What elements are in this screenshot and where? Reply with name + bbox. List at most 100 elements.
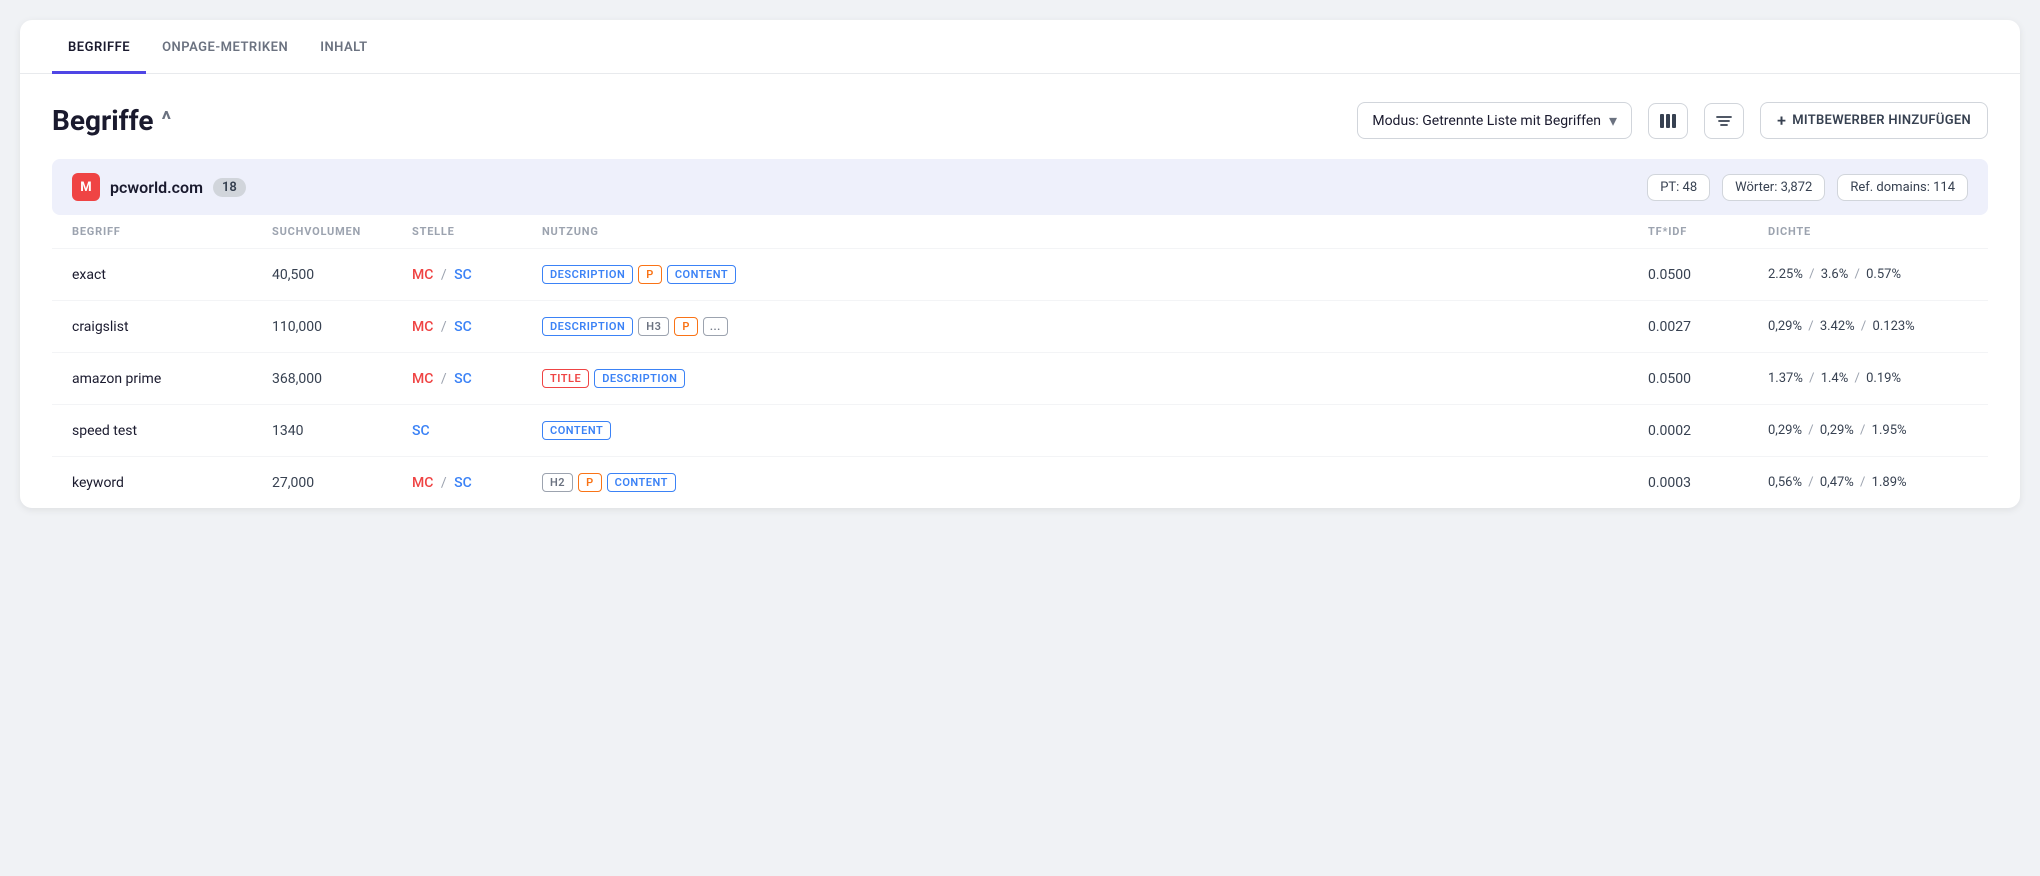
stelle-sc: SC xyxy=(454,267,472,283)
stelle-mc: MC xyxy=(412,319,433,335)
cell-stelle: MC / SC xyxy=(412,267,542,283)
stelle-sep: / xyxy=(437,475,450,491)
dichte-sep: / xyxy=(1857,475,1869,490)
chevron-down-icon: ▾ xyxy=(1609,111,1617,130)
filter-icon xyxy=(1715,112,1733,130)
cell-term: exact xyxy=(72,267,272,283)
table-row[interactable]: exact40,500MC / SCDESCRIPTIONPCONTENT0.0… xyxy=(52,248,1988,300)
stelle-mc: MC xyxy=(412,475,433,491)
col-header-nutzung: NUTZUNG xyxy=(542,225,1648,238)
table-body: exact40,500MC / SCDESCRIPTIONPCONTENT0.0… xyxy=(52,248,1988,508)
cell-tfidf: 0.0027 xyxy=(1648,319,1768,335)
stat-pt: PT: 48 xyxy=(1647,174,1710,201)
cell-dichte: 0,29% / 0,29% / 1.95% xyxy=(1768,423,1968,438)
stelle-sc: SC xyxy=(454,475,472,491)
tab-inhalt[interactable]: INHALT xyxy=(304,20,383,74)
stat-ref-domains: Ref. domains: 114 xyxy=(1837,174,1968,201)
tab-begriffe[interactable]: BEGRIFFE xyxy=(52,20,146,74)
content-area: Begriffe ^ Modus: Getrennte Liste mit Be… xyxy=(20,74,2020,508)
cell-nutzung: DESCRIPTION H3 P... xyxy=(542,317,1648,336)
col-header-dichte: DICHTE xyxy=(1768,225,1968,238)
cell-term: craigslist xyxy=(72,319,272,335)
cell-stelle: SC xyxy=(412,423,542,439)
stelle-mc: MC xyxy=(412,371,433,387)
collapse-chevron[interactable]: ^ xyxy=(162,108,172,133)
cell-nutzung: DESCRIPTIONPCONTENT xyxy=(542,265,1648,284)
cell-nutzung: CONTENT xyxy=(542,421,1648,440)
stelle-mc: MC xyxy=(412,267,433,283)
nutzung-tag: DESCRIPTION xyxy=(594,369,685,388)
dichte-sep: / xyxy=(1806,371,1818,386)
table: BEGRIFF SUCHVOLUMEN STELLE NUTZUNG TF*ID… xyxy=(52,215,1988,508)
col-header-tfidf: TF*IDF xyxy=(1648,225,1768,238)
domain-icon: M xyxy=(72,173,100,201)
dichte-sep: / xyxy=(1806,267,1818,282)
cell-term: keyword xyxy=(72,475,272,491)
dichte-sep: / xyxy=(1805,319,1817,334)
cell-nutzung: TITLE DESCRIPTION xyxy=(542,369,1648,388)
table-row[interactable]: keyword27,000MC / SCH2PCONTENT0.00030,56… xyxy=(52,456,1988,508)
nutzung-tag: CONTENT xyxy=(607,473,676,492)
dichte-sep: / xyxy=(1851,371,1863,386)
cell-stelle: MC / SC xyxy=(412,371,542,387)
table-row[interactable]: craigslist110,000MC / SCDESCRIPTIONH3P..… xyxy=(52,300,1988,352)
tab-onpage[interactable]: ONPAGE-METRIKEN xyxy=(146,20,304,74)
page-title-text: Begriffe xyxy=(52,104,154,137)
cell-dichte: 0,29% / 3.42% / 0.123% xyxy=(1768,319,1968,334)
header-row: Begriffe ^ Modus: Getrennte Liste mit Be… xyxy=(52,102,1988,139)
nutzung-tag: H3 xyxy=(638,317,669,336)
dichte-sep: / xyxy=(1805,423,1817,438)
nutzung-tag: ... xyxy=(703,317,728,336)
domain-count-badge: 18 xyxy=(213,178,246,197)
col-header-begriff: BEGRIFF xyxy=(72,225,272,238)
nutzung-tag: CONTENT xyxy=(542,421,611,440)
nutzung-tag: H2 xyxy=(542,473,573,492)
cell-term: amazon prime xyxy=(72,371,272,387)
page-title: Begriffe ^ xyxy=(52,104,171,137)
add-competitor-label: MITBEWERBER HINZUFÜGEN xyxy=(1792,113,1971,128)
add-competitor-button[interactable]: + MITBEWERBER HINZUFÜGEN xyxy=(1760,102,1988,139)
plus-icon: + xyxy=(1777,111,1786,130)
columns-button[interactable] xyxy=(1648,103,1688,139)
cell-tfidf: 0.0002 xyxy=(1648,423,1768,439)
domain-stats: PT: 48 Wörter: 3,872 Ref. domains: 114 xyxy=(1647,174,1968,201)
cell-term: speed test xyxy=(72,423,272,439)
nutzung-tag: P xyxy=(578,473,602,492)
stelle-sep: / xyxy=(437,371,450,387)
cell-tfidf: 0.0500 xyxy=(1648,267,1768,283)
cell-volume: 1340 xyxy=(272,423,412,439)
cell-dichte: 0,56% / 0,47% / 1.89% xyxy=(1768,475,1968,490)
table-header: BEGRIFF SUCHVOLUMEN STELLE NUTZUNG TF*ID… xyxy=(52,215,1988,248)
col-header-stelle: STELLE xyxy=(412,225,542,238)
cell-dichte: 2.25% / 3.6% / 0.57% xyxy=(1768,267,1968,282)
columns-icon xyxy=(1659,112,1677,130)
mode-dropdown[interactable]: Modus: Getrennte Liste mit Begriffen ▾ xyxy=(1357,102,1632,139)
nutzung-tag: CONTENT xyxy=(667,265,736,284)
col-header-suchvolumen: SUCHVOLUMEN xyxy=(272,225,412,238)
cell-stelle: MC / SC xyxy=(412,475,542,491)
stelle-sc: SC xyxy=(454,319,472,335)
main-card: BEGRIFFE ONPAGE-METRIKEN INHALT Begriffe… xyxy=(20,20,2020,508)
stelle-sep: / xyxy=(437,319,450,335)
filter-button[interactable] xyxy=(1704,103,1744,139)
stelle-sc: SC xyxy=(454,371,472,387)
tabs-bar: BEGRIFFE ONPAGE-METRIKEN INHALT xyxy=(20,20,2020,74)
domain-row: M pcworld.com 18 PT: 48 Wörter: 3,872 Re… xyxy=(52,159,1988,215)
dichte-sep: / xyxy=(1858,319,1870,334)
cell-dichte: 1.37% / 1.4% / 0.19% xyxy=(1768,371,1968,386)
dichte-sep: / xyxy=(1857,423,1869,438)
nutzung-tag: DESCRIPTION xyxy=(542,317,633,336)
dichte-sep: / xyxy=(1851,267,1863,282)
stat-woerter: Wörter: 3,872 xyxy=(1722,174,1825,201)
stelle-sc: SC xyxy=(412,423,430,439)
nutzung-tag: TITLE xyxy=(542,369,589,388)
table-row[interactable]: amazon prime368,000MC / SCTITLEDESCRIPTI… xyxy=(52,352,1988,404)
domain-name: pcworld.com xyxy=(110,178,203,197)
cell-stelle: MC / SC xyxy=(412,319,542,335)
table-row[interactable]: speed test1340SC CONTENT 0.00020,29% / 0,2… xyxy=(52,404,1988,456)
cell-tfidf: 0.0003 xyxy=(1648,475,1768,491)
cell-volume: 368,000 xyxy=(272,371,412,387)
cell-volume: 27,000 xyxy=(272,475,412,491)
nutzung-tag: P xyxy=(674,317,698,336)
stelle-sep: / xyxy=(437,267,450,283)
